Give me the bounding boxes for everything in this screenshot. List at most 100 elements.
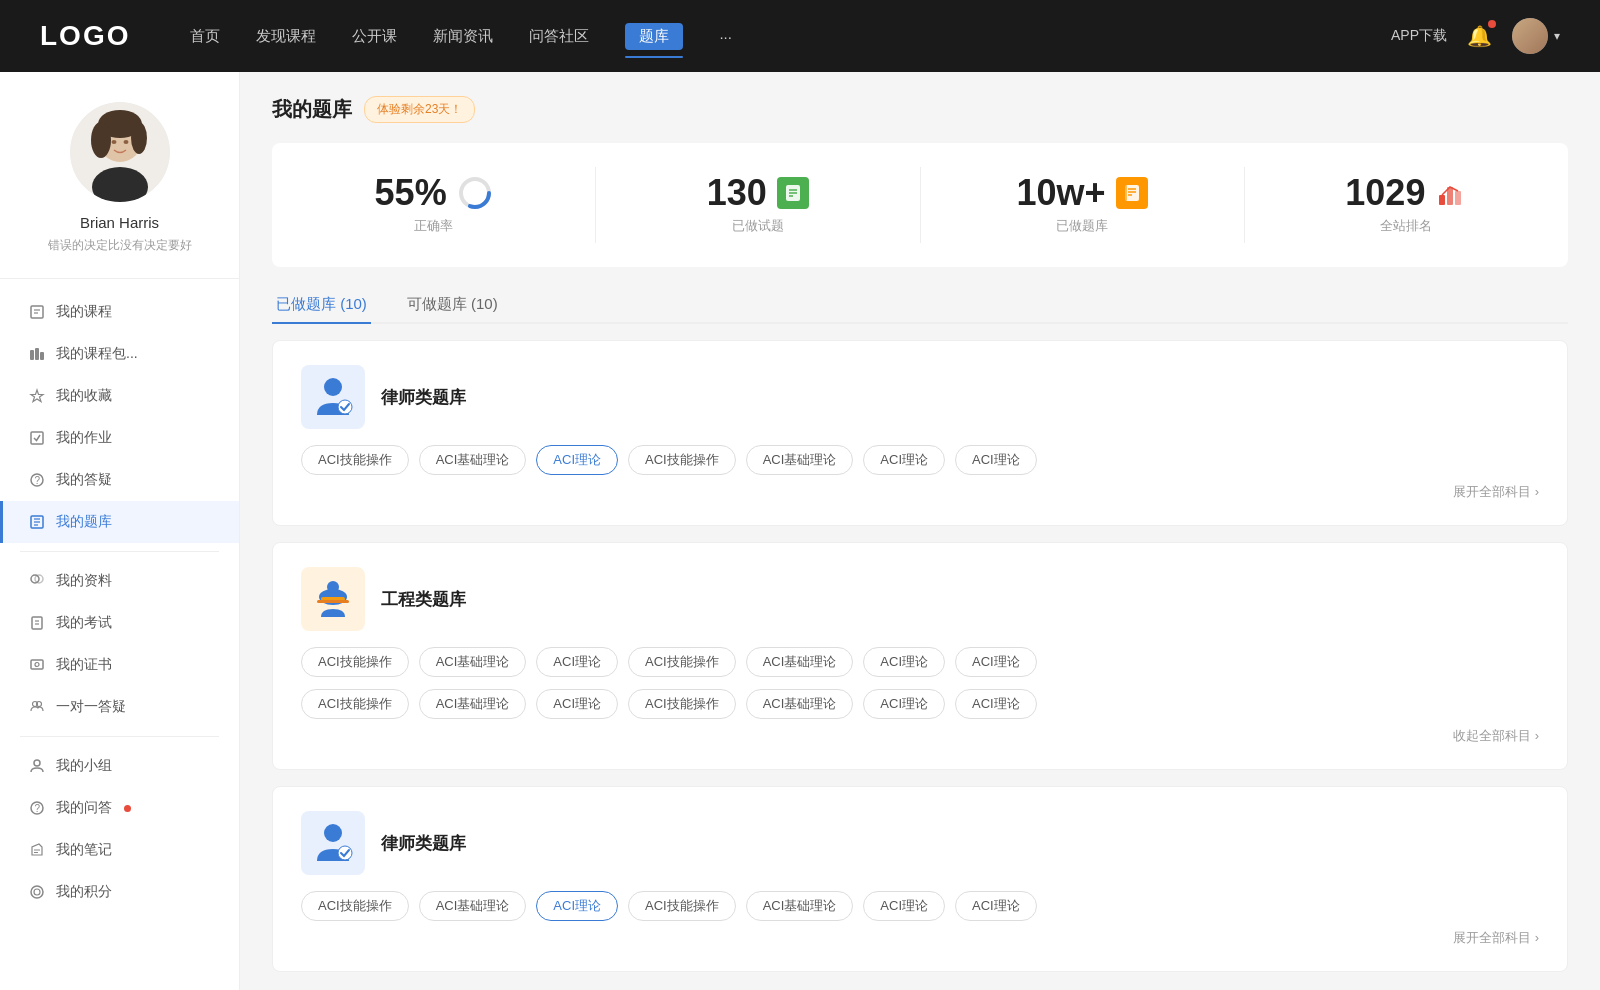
tag-law2-aci-basic-2[interactable]: ACI基础理论: [746, 891, 854, 921]
svg-rect-12: [35, 348, 39, 360]
svg-point-7: [123, 140, 128, 144]
chart-icon: [1435, 177, 1467, 209]
tag-aci-skill-op-2[interactable]: ACI技能操作: [628, 445, 736, 475]
sidebar-item-my-notes[interactable]: 我的笔记: [0, 829, 239, 871]
qbank-title-lawyer-2: 律师类题库: [381, 832, 466, 855]
tag-aci-basic-theory-1[interactable]: ACI基础理论: [419, 445, 527, 475]
nav-news[interactable]: 新闻资讯: [433, 23, 493, 50]
tag-aci-theory-2[interactable]: ACI理论: [863, 445, 945, 475]
profile-motto: 错误的决定比没有决定要好: [48, 237, 192, 254]
svg-point-57: [324, 824, 342, 842]
lawyer-icon-2: [301, 811, 365, 875]
nav-avatar: [1512, 18, 1548, 54]
nav-question-bank[interactable]: 题库: [625, 23, 683, 50]
user-avatar-menu[interactable]: ▾: [1512, 18, 1560, 54]
tag-law2-aci-theory-3[interactable]: ACI理论: [955, 891, 1037, 921]
sidebar-label-my-qa: 我的答疑: [56, 471, 112, 489]
tag-eng-aci-theory-2[interactable]: ACI理论: [863, 647, 945, 677]
qbank-title-engineer: 工程类题库: [381, 588, 466, 611]
notification-badge: [1488, 20, 1496, 28]
homework-icon: [28, 429, 46, 447]
stat-ranking: 1029 全站排名: [1245, 167, 1568, 243]
expand-link-lawyer-2[interactable]: 展开全部科目 ›: [301, 921, 1539, 947]
nav-qa[interactable]: 问答社区: [529, 23, 589, 50]
collapse-link-engineer[interactable]: 收起全部科目 ›: [301, 719, 1539, 745]
sidebar-item-my-data[interactable]: 我的资料: [0, 560, 239, 602]
nav-discover[interactable]: 发现课程: [256, 23, 316, 50]
tag-eng-aci-skill-3[interactable]: ACI技能操作: [301, 689, 409, 719]
data-icon: [28, 572, 46, 590]
navbar-nav: 首页 发现课程 公开课 新闻资讯 问答社区 题库 ···: [190, 23, 1391, 50]
certificate-icon: [28, 656, 46, 674]
tag-law2-aci-basic-1[interactable]: ACI基础理论: [419, 891, 527, 921]
sidebar-item-certificate[interactable]: 我的证书: [0, 644, 239, 686]
tag-eng-aci-skill-1[interactable]: ACI技能操作: [301, 647, 409, 677]
tag-eng-aci-skill-2[interactable]: ACI技能操作: [628, 647, 736, 677]
svg-rect-8: [31, 306, 43, 318]
svg-rect-55: [317, 600, 349, 603]
sidebar-item-my-exam[interactable]: 我的考试: [0, 602, 239, 644]
tag-aci-skill-op-1[interactable]: ACI技能操作: [301, 445, 409, 475]
notification-bell-icon[interactable]: 🔔: [1467, 24, 1492, 48]
qbank-card-engineer: 工程类题库 ACI技能操作 ACI基础理论 ACI理论 ACI技能操作 ACI基…: [272, 542, 1568, 770]
group-icon: [28, 757, 46, 775]
sidebar-item-one-on-one[interactable]: 一对一答疑: [0, 686, 239, 728]
tab-done-banks[interactable]: 已做题库 (10): [272, 287, 371, 324]
nav-open-course[interactable]: 公开课: [352, 23, 397, 50]
tag-eng-aci-theory-6[interactable]: ACI理论: [955, 689, 1037, 719]
tag-eng-aci-basic-2[interactable]: ACI基础理论: [746, 647, 854, 677]
sidebar-item-my-points[interactable]: 我的积分: [0, 871, 239, 913]
expand-link-lawyer-1[interactable]: 展开全部科目 ›: [301, 475, 1539, 501]
sidebar-item-homework[interactable]: 我的作业: [0, 417, 239, 459]
sidebar-label-my-notes: 我的笔记: [56, 841, 112, 859]
tag-law2-aci-skill-1[interactable]: ACI技能操作: [301, 891, 409, 921]
sidebar-item-my-courses[interactable]: 我的课程: [0, 291, 239, 333]
sidebar-item-question-bank[interactable]: 我的题库: [0, 501, 239, 543]
tab-available-banks[interactable]: 可做题库 (10): [403, 287, 502, 324]
stat-accuracy-top: 55%: [375, 175, 493, 211]
menu-divider-1: [20, 551, 219, 552]
tag-eng-aci-basic-3[interactable]: ACI基础理论: [419, 689, 527, 719]
sidebar-label-my-group: 我的小组: [56, 757, 112, 775]
qbank-tags-lawyer-1: ACI技能操作 ACI基础理论 ACI理论 ACI技能操作 ACI基础理论 AC…: [301, 445, 1539, 475]
navbar-right: APP下载 🔔 ▾: [1391, 18, 1560, 54]
svg-text:?: ?: [35, 803, 41, 814]
tag-aci-basic-theory-2[interactable]: ACI基础理论: [746, 445, 854, 475]
navbar-logo: LOGO: [40, 20, 130, 52]
trial-badge: 体验剩余23天！: [364, 96, 475, 123]
tag-eng-aci-basic-4[interactable]: ACI基础理论: [746, 689, 854, 719]
sidebar-item-my-question[interactable]: ? 我的问答: [0, 787, 239, 829]
one-on-one-icon: [28, 698, 46, 716]
tag-law2-aci-skill-2[interactable]: ACI技能操作: [628, 891, 736, 921]
svg-point-6: [111, 140, 116, 144]
sidebar-label-my-exam: 我的考试: [56, 614, 112, 632]
nav-home[interactable]: 首页: [190, 23, 220, 50]
qbank-header-engineer: 工程类题库: [301, 567, 1539, 631]
main-content: 我的题库 体验剩余23天！ 55% 正确率: [240, 72, 1600, 990]
svg-rect-48: [1439, 195, 1445, 205]
qbank-tags-engineer-row2: ACI技能操作 ACI基础理论 ACI理论 ACI技能操作 ACI基础理论 AC…: [301, 689, 1539, 719]
avatar: [70, 102, 170, 202]
nav-more[interactable]: ···: [719, 24, 732, 49]
tag-eng-aci-theory-3[interactable]: ACI理论: [955, 647, 1037, 677]
tag-eng-aci-theory-1[interactable]: ACI理论: [536, 647, 618, 677]
tag-eng-aci-basic-1[interactable]: ACI基础理论: [419, 647, 527, 677]
sidebar-item-favorites[interactable]: 我的收藏: [0, 375, 239, 417]
tag-eng-aci-theory-4[interactable]: ACI理论: [536, 689, 618, 719]
sidebar-item-my-qa[interactable]: ? 我的答疑: [0, 459, 239, 501]
sidebar-item-my-group[interactable]: 我的小组: [0, 745, 239, 787]
tag-law2-aci-theory-active[interactable]: ACI理论: [536, 891, 618, 921]
sidebar-label-my-points: 我的积分: [56, 883, 112, 901]
sidebar-item-course-package[interactable]: 我的课程包...: [0, 333, 239, 375]
tag-eng-aci-skill-4[interactable]: ACI技能操作: [628, 689, 736, 719]
tag-law2-aci-theory-2[interactable]: ACI理论: [863, 891, 945, 921]
app-download-button[interactable]: APP下载: [1391, 27, 1447, 45]
svg-rect-23: [32, 617, 42, 629]
sidebar-label-my-data: 我的资料: [56, 572, 112, 590]
page-layout: Brian Harris 错误的决定比没有决定要好 我的课程 我的课程包...: [0, 72, 1600, 990]
svg-point-30: [34, 760, 40, 766]
tag-eng-aci-theory-5[interactable]: ACI理论: [863, 689, 945, 719]
notes-icon: [28, 841, 46, 859]
tag-aci-theory-active-1[interactable]: ACI理论: [536, 445, 618, 475]
tag-aci-theory-3[interactable]: ACI理论: [955, 445, 1037, 475]
